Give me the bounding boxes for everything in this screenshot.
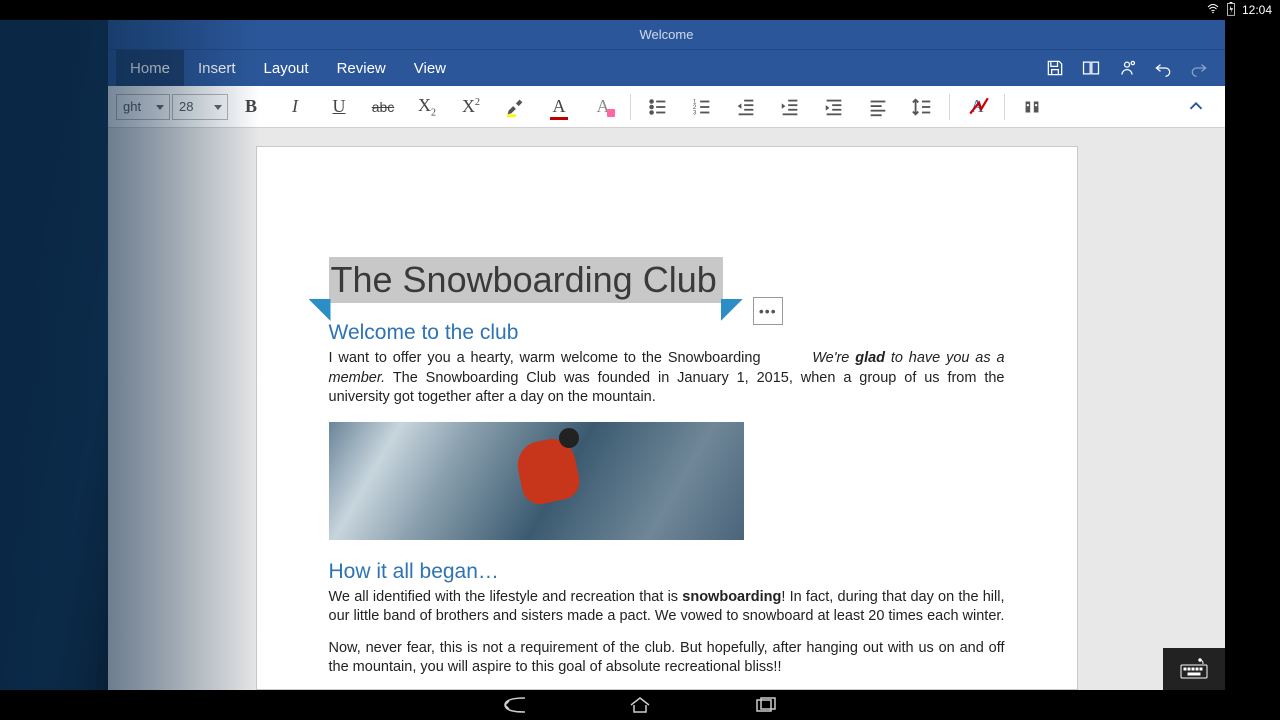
tab-insert-label: Insert bbox=[198, 60, 236, 77]
tab-home-label: Home bbox=[130, 60, 170, 77]
clear-formatting-button[interactable]: A bbox=[582, 88, 624, 126]
special-indent-button[interactable] bbox=[813, 88, 855, 126]
p1-frag-a: I want to offer you a hearty, warm welco… bbox=[329, 350, 761, 366]
paragraph-began-2[interactable]: Now, never fear, this is not a requireme… bbox=[329, 639, 1005, 678]
font-size-value: 28 bbox=[179, 99, 193, 114]
font-name-value: ght bbox=[123, 99, 141, 114]
document-scroll-area[interactable]: The Snowboarding Club ••• Welcome to the… bbox=[108, 128, 1225, 690]
strikethrough-button[interactable]: abc bbox=[362, 88, 404, 126]
tab-insert[interactable]: Insert bbox=[184, 50, 250, 86]
wifi-icon bbox=[1206, 3, 1220, 18]
find-button[interactable] bbox=[1011, 88, 1053, 126]
selection-region[interactable]: The Snowboarding Club ••• bbox=[329, 257, 723, 303]
undo-button[interactable] bbox=[1145, 50, 1181, 86]
p2-frag-a: We all identified with the lifestyle and… bbox=[329, 589, 683, 605]
redo-button[interactable] bbox=[1181, 50, 1217, 86]
superscript-button[interactable]: X2 bbox=[450, 88, 492, 126]
word-app-window: Welcome Home Insert Layout Review View g… bbox=[108, 20, 1225, 690]
subscript-button[interactable]: X2 bbox=[406, 88, 448, 126]
android-nav-bar bbox=[0, 690, 1280, 720]
numbering-button[interactable]: 123 bbox=[681, 88, 723, 126]
keyboard-toggle-button[interactable] bbox=[1163, 648, 1225, 690]
bold-button[interactable]: B bbox=[230, 88, 272, 126]
reading-view-button[interactable] bbox=[1073, 50, 1109, 86]
heading-began[interactable]: How it all began… bbox=[329, 560, 1005, 584]
increase-indent-button[interactable] bbox=[769, 88, 811, 126]
font-size-combo[interactable]: 28 bbox=[172, 94, 228, 120]
doc-title[interactable]: The Snowboarding Club bbox=[329, 257, 723, 303]
decrease-indent-button[interactable] bbox=[725, 88, 767, 126]
tab-layout-label: Layout bbox=[264, 60, 309, 77]
selection-handle-start[interactable] bbox=[309, 299, 331, 321]
snowboard-image[interactable] bbox=[329, 422, 744, 540]
svg-text:3: 3 bbox=[693, 109, 697, 116]
font-color-button[interactable]: A bbox=[538, 88, 580, 126]
document-page[interactable]: The Snowboarding Club ••• Welcome to the… bbox=[256, 146, 1078, 690]
highlight-button[interactable] bbox=[494, 88, 536, 126]
tab-view-label: View bbox=[414, 60, 446, 77]
tab-review-label: Review bbox=[337, 60, 386, 77]
ribbon-home: ght 28 B I U abc X2 X2 A A 123 A bbox=[108, 86, 1225, 128]
p1-glad: glad bbox=[855, 350, 885, 366]
tab-review[interactable]: Review bbox=[323, 50, 400, 86]
nav-home-button[interactable] bbox=[627, 696, 653, 714]
font-name-combo[interactable]: ght bbox=[116, 94, 170, 120]
heading-welcome[interactable]: Welcome to the club bbox=[329, 321, 1005, 345]
styles-button[interactable]: A bbox=[956, 88, 998, 126]
nav-back-button[interactable] bbox=[501, 696, 527, 714]
tab-view[interactable]: View bbox=[400, 50, 460, 86]
status-time: 12:04 bbox=[1242, 3, 1272, 17]
underline-button[interactable]: U bbox=[318, 88, 360, 126]
tab-layout[interactable]: Layout bbox=[250, 50, 323, 86]
tab-home[interactable]: Home bbox=[116, 50, 184, 86]
line-spacing-button[interactable] bbox=[901, 88, 943, 126]
battery-charging-icon bbox=[1226, 2, 1236, 19]
nav-recents-button[interactable] bbox=[753, 696, 779, 714]
title-bar: Welcome bbox=[108, 20, 1225, 50]
selection-handle-end[interactable] bbox=[721, 299, 743, 321]
bullets-button[interactable] bbox=[637, 88, 679, 126]
italic-button[interactable]: I bbox=[274, 88, 316, 126]
share-button[interactable] bbox=[1109, 50, 1145, 86]
p1-frag-b: We're bbox=[812, 350, 855, 366]
ribbon-tab-row: Home Insert Layout Review View bbox=[108, 50, 1225, 86]
p1-frag-d: The Snowboarding Club was founded in Jan… bbox=[329, 370, 1005, 406]
android-status-bar: 12:04 bbox=[0, 0, 1280, 20]
p2-snowboarding: snowboarding bbox=[682, 589, 781, 605]
context-menu-button[interactable]: ••• bbox=[753, 297, 783, 325]
paragraph-welcome[interactable]: I want to offer you a hearty, warm welco… bbox=[329, 349, 1005, 408]
save-button[interactable] bbox=[1037, 50, 1073, 86]
paragraph-began-1[interactable]: We all identified with the lifestyle and… bbox=[329, 588, 1005, 627]
collapse-ribbon-button[interactable] bbox=[1175, 88, 1217, 126]
alignment-button[interactable] bbox=[857, 88, 899, 126]
document-title: Welcome bbox=[640, 27, 694, 42]
